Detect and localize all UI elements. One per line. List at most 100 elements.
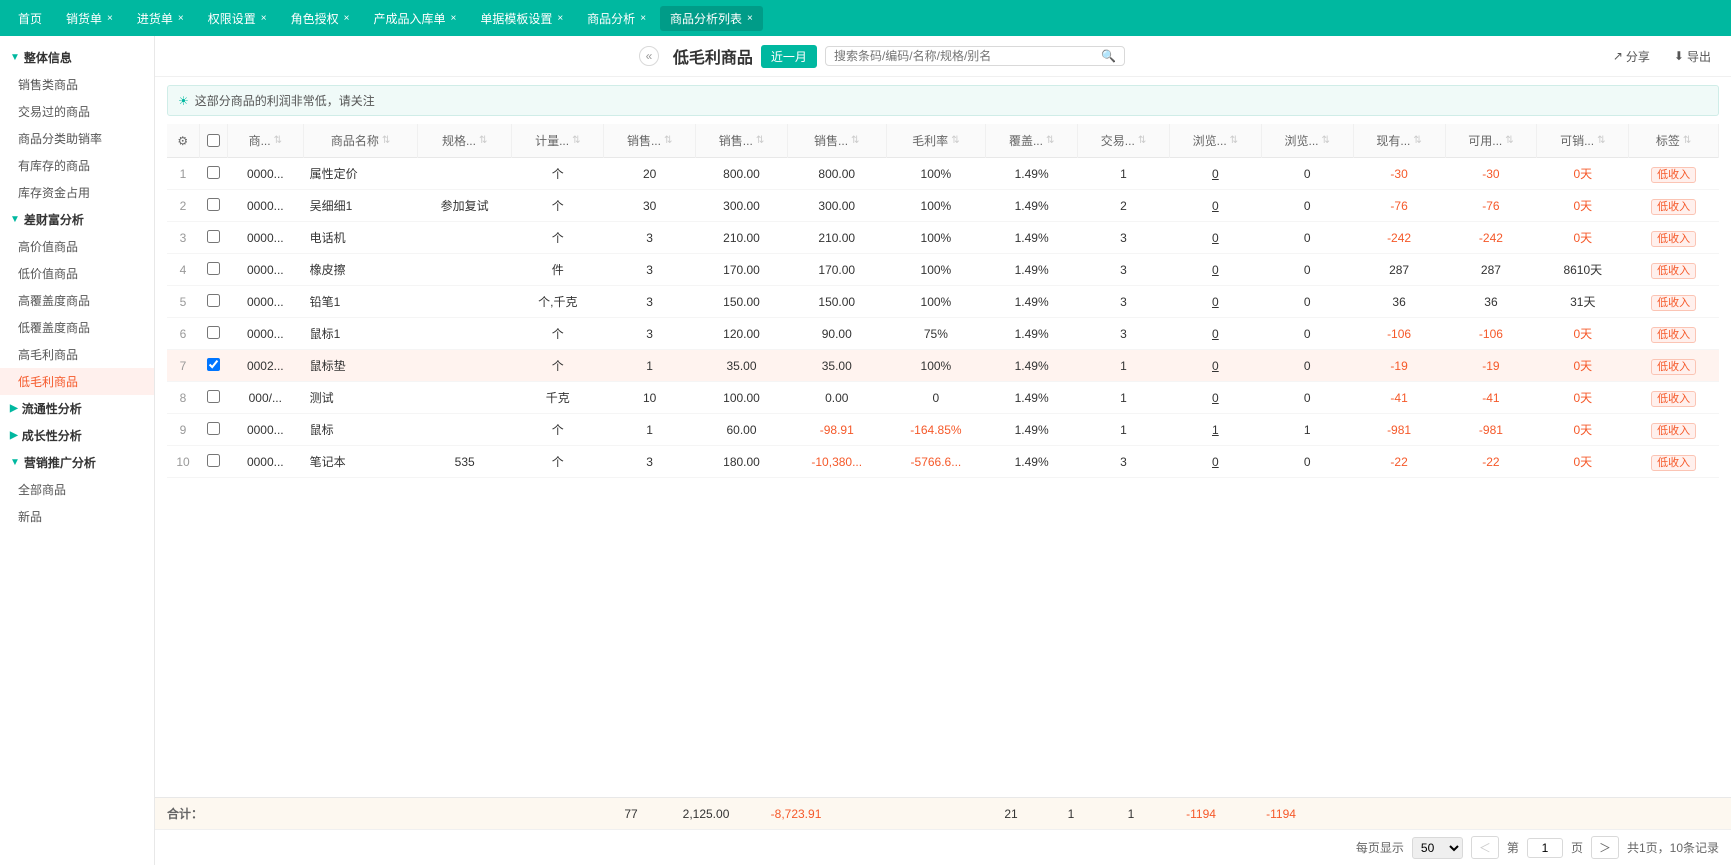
sidebar-group-wealth-analysis[interactable]: ▼ 差财富分析 <box>0 206 154 233</box>
export-button[interactable]: ⬇ 导出 <box>1666 45 1719 68</box>
search-icon[interactable]: 🔍 <box>1101 49 1116 63</box>
row-view1[interactable]: 1 <box>1169 414 1261 446</box>
th-view2[interactable]: 浏览...⇅ <box>1261 124 1353 158</box>
th-unit[interactable]: 计量...⇅ <box>512 124 604 158</box>
row-checkbox-input[interactable] <box>207 166 220 179</box>
sidebar-item-high-margin[interactable]: 高毛利商品 <box>0 341 154 368</box>
nav-sales-order[interactable]: 销货单 × <box>56 6 123 31</box>
row-checkbox[interactable] <box>199 286 227 318</box>
sidebar-item-low-coverage[interactable]: 低覆盖度商品 <box>0 314 154 341</box>
row-checkbox[interactable] <box>199 414 227 446</box>
period-button[interactable]: 近一月 <box>761 45 817 68</box>
th-spec[interactable]: 规格...⇅ <box>417 124 511 158</box>
sidebar-item-traded-products[interactable]: 交易过的商品 <box>0 98 154 125</box>
th-view1[interactable]: 浏览...⇅ <box>1169 124 1261 158</box>
share-button[interactable]: ↗ 分享 <box>1605 45 1658 68</box>
nav-product-analysis-list[interactable]: 商品分析列表 × <box>660 6 763 31</box>
row-checkbox[interactable] <box>199 254 227 286</box>
row-view1[interactable]: 0 <box>1169 350 1261 382</box>
nav-close-icon[interactable]: × <box>747 13 753 24</box>
nav-product-analysis[interactable]: 商品分析 × <box>577 6 656 31</box>
row-coverage: 1.49% <box>986 222 1078 254</box>
row-checkbox-input[interactable] <box>207 422 220 435</box>
row-checkbox-input[interactable] <box>207 390 220 403</box>
tag-badge: 低收入 <box>1651 231 1696 247</box>
sidebar-item-low-value[interactable]: 低价值商品 <box>0 260 154 287</box>
row-checkbox-input[interactable] <box>207 262 220 275</box>
nav-close-icon[interactable]: × <box>344 13 350 24</box>
nav-close-icon[interactable]: × <box>178 13 184 24</box>
sidebar-collapse-button[interactable]: « <box>639 46 659 66</box>
page-input[interactable] <box>1527 838 1563 858</box>
select-all-checkbox[interactable] <box>207 134 220 147</box>
sidebar-group-growth[interactable]: ▶ 成长性分析 <box>0 422 154 449</box>
row-checkbox-input[interactable] <box>207 198 220 211</box>
table-row: 70002...鼠标垫个135.0035.00100%1.49%100-19-1… <box>167 350 1719 382</box>
row-view1[interactable]: 0 <box>1169 318 1261 350</box>
row-checkbox-input[interactable] <box>207 454 220 467</box>
sidebar-item-high-value[interactable]: 高价值商品 <box>0 233 154 260</box>
sidebar-group-overall[interactable]: ▼ 整体信息 <box>0 44 154 71</box>
sidebar-item-inventory-capital[interactable]: 库存资金占用 <box>0 179 154 206</box>
page-size-select[interactable]: 10 20 50 100 <box>1412 837 1463 859</box>
th-settings[interactable]: ⚙ <box>167 124 199 158</box>
row-view1[interactable]: 0 <box>1169 382 1261 414</box>
nav-product-entry[interactable]: 产成品入库单 × <box>363 6 466 31</box>
sidebar-item-stock-products[interactable]: 有库存的商品 <box>0 152 154 179</box>
row-checkbox[interactable] <box>199 382 227 414</box>
th-coverage[interactable]: 覆盖...⇅ <box>986 124 1078 158</box>
row-checkbox-input[interactable] <box>207 326 220 339</box>
nav-home[interactable]: 首页 <box>8 6 52 31</box>
sidebar-item-new-products[interactable]: 新品 <box>0 503 154 530</box>
th-available[interactable]: 可用...⇅ <box>1445 124 1537 158</box>
row-view1[interactable]: 0 <box>1169 190 1261 222</box>
th-current-stock[interactable]: 现有...⇅ <box>1353 124 1445 158</box>
th-sales-profit[interactable]: 销售...⇅ <box>787 124 886 158</box>
th-code[interactable]: 商...⇅ <box>227 124 304 158</box>
sidebar-item-low-margin[interactable]: 低毛利商品 <box>0 368 154 395</box>
sidebar-group-circulation[interactable]: ▶ 流通性分析 <box>0 395 154 422</box>
row-checkbox-input[interactable] <box>207 230 220 243</box>
row-checkbox[interactable] <box>199 318 227 350</box>
tag-badge: 低收入 <box>1651 391 1696 407</box>
sidebar-item-high-coverage[interactable]: 高覆盖度商品 <box>0 287 154 314</box>
prev-page-button[interactable]: ＜ <box>1471 836 1499 859</box>
th-sales-amount[interactable]: 销售...⇅ <box>696 124 788 158</box>
row-checkbox[interactable] <box>199 158 227 190</box>
row-checkbox[interactable] <box>199 222 227 254</box>
th-sellable[interactable]: 可销...⇅ <box>1537 124 1629 158</box>
nav-close-icon[interactable]: × <box>557 13 563 24</box>
row-view1[interactable]: 0 <box>1169 286 1261 318</box>
sidebar-item-sales-products[interactable]: 销售类商品 <box>0 71 154 98</box>
nav-close-icon[interactable]: × <box>107 13 113 24</box>
sidebar-item-category-sales-rate[interactable]: 商品分类助销率 <box>0 125 154 152</box>
nav-permission-settings[interactable]: 权限设置 × <box>198 6 277 31</box>
th-tag[interactable]: 标签⇅ <box>1629 124 1719 158</box>
row-checkbox[interactable] <box>199 446 227 478</box>
search-input[interactable] <box>834 49 1097 63</box>
row-checkbox-input[interactable] <box>207 294 220 307</box>
nav-close-icon[interactable]: × <box>450 13 456 24</box>
nav-purchase-order[interactable]: 进货单 × <box>127 6 194 31</box>
th-checkbox[interactable] <box>199 124 227 158</box>
row-checkbox-input[interactable] <box>207 358 220 371</box>
th-sales-qty[interactable]: 销售...⇅ <box>604 124 696 158</box>
nav-role-auth[interactable]: 角色授权 × <box>281 6 360 31</box>
nav-template-settings[interactable]: 单据模板设置 × <box>470 6 573 31</box>
row-view1[interactable]: 0 <box>1169 158 1261 190</box>
row-view1[interactable]: 0 <box>1169 222 1261 254</box>
nav-close-icon[interactable]: × <box>261 13 267 24</box>
row-view2: 0 <box>1261 446 1353 478</box>
th-name[interactable]: 商品名称⇅ <box>304 124 418 158</box>
sidebar-item-all-products[interactable]: 全部商品 <box>0 476 154 503</box>
nav-close-icon[interactable]: × <box>640 13 646 24</box>
sidebar-group-marketing[interactable]: ▼ 营销推广分析 <box>0 449 154 476</box>
th-transaction[interactable]: 交易...⇅ <box>1078 124 1170 158</box>
row-checkbox[interactable] <box>199 350 227 382</box>
th-gross-margin[interactable]: 毛利率⇅ <box>886 124 986 158</box>
row-coverage: 1.49% <box>986 286 1078 318</box>
row-view1[interactable]: 0 <box>1169 254 1261 286</box>
row-view1[interactable]: 0 <box>1169 446 1261 478</box>
next-page-button[interactable]: ＞ <box>1591 836 1619 859</box>
row-checkbox[interactable] <box>199 190 227 222</box>
